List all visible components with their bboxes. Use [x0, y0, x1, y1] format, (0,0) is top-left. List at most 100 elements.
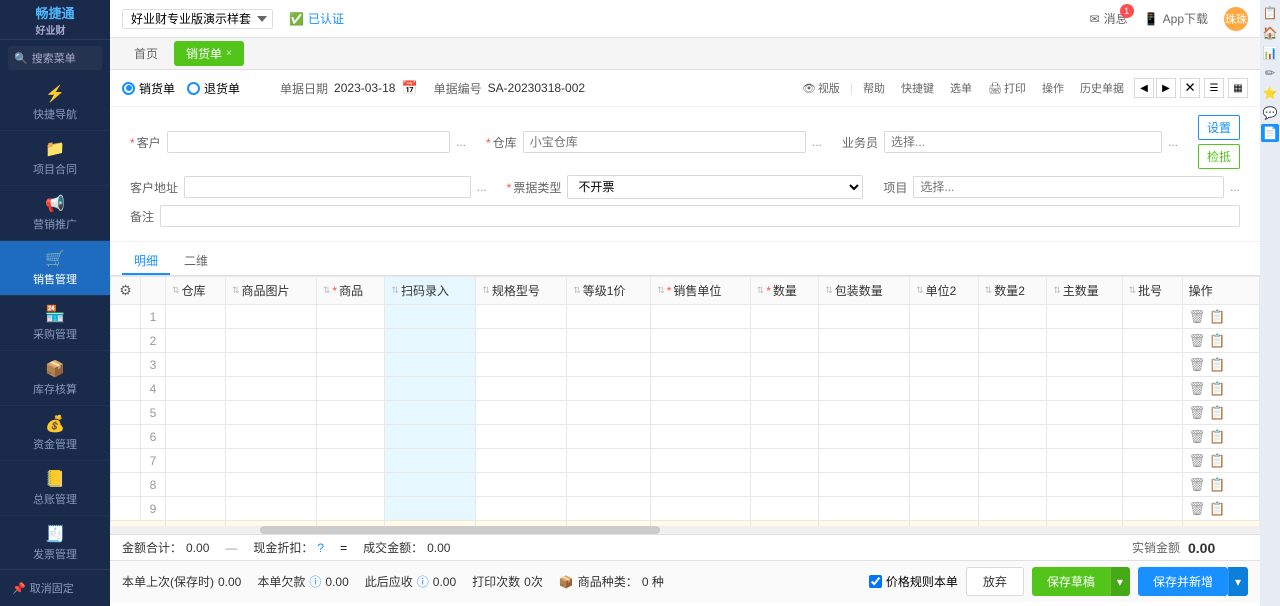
th-qty2[interactable]: ⇅数量2	[978, 277, 1047, 305]
row-spec[interactable]	[476, 473, 567, 497]
row-grade1-price[interactable]	[567, 353, 651, 377]
sidebar-item-accounts[interactable]: 📒 总账管理	[0, 461, 110, 516]
row-unit2[interactable]	[910, 473, 979, 497]
row-qty2[interactable]	[978, 449, 1047, 473]
row-product[interactable]	[316, 305, 385, 329]
table-scrollbar[interactable]	[110, 526, 1260, 534]
row-sales-unit[interactable]	[651, 473, 750, 497]
row-copy-icon[interactable]: 📋	[1209, 357, 1225, 373]
row-warehouse[interactable]	[166, 473, 226, 497]
warehouse-more-icon[interactable]: ...	[812, 135, 822, 149]
row-main-qty[interactable]	[1047, 353, 1122, 377]
calendar-icon[interactable]: 📅	[401, 80, 417, 96]
row-scan[interactable]	[385, 401, 476, 425]
row-delete-icon[interactable]: 🗑	[1189, 309, 1206, 325]
user-avatar[interactable]: 珠珠	[1224, 7, 1248, 31]
right-panel-icon-2[interactable]: 🏠	[1261, 24, 1279, 42]
row-pack-qty[interactable]	[819, 305, 910, 329]
row-pack-qty[interactable]	[819, 329, 910, 353]
row-copy-icon[interactable]: 📋	[1209, 309, 1225, 325]
row-scan[interactable]	[385, 425, 476, 449]
tab-close-icon[interactable]: ×	[226, 48, 232, 59]
sidebar-item-quick-nav[interactable]: ⚡ 快捷导航	[0, 76, 110, 131]
row-product[interactable]	[316, 497, 385, 521]
warehouse-input[interactable]	[523, 131, 806, 153]
row-quantity[interactable]	[750, 473, 819, 497]
price-rule-checkbox-label[interactable]: 价格规则本单	[869, 573, 958, 590]
row-quantity[interactable]	[750, 305, 819, 329]
row-delete-icon[interactable]: 🗑	[1189, 453, 1206, 469]
row-warehouse[interactable]	[166, 425, 226, 449]
row-warehouse[interactable]	[166, 353, 226, 377]
row-qty2[interactable]	[978, 353, 1047, 377]
row-product-img[interactable]	[225, 497, 316, 521]
row-product-img[interactable]	[225, 377, 316, 401]
app-download-button[interactable]: 📱 App下载	[1144, 10, 1208, 27]
row-spec[interactable]	[476, 401, 567, 425]
row-qty2[interactable]	[978, 329, 1047, 353]
th-sales-unit[interactable]: ⇅*销售单位	[651, 277, 750, 305]
row-unit2[interactable]	[910, 497, 979, 521]
sidebar-item-sales[interactable]: 🛒 销售管理	[0, 241, 110, 296]
row-product[interactable]	[316, 329, 385, 353]
row-product[interactable]	[316, 425, 385, 449]
row-grade1-price[interactable]	[567, 497, 651, 521]
price-rule-checkbox[interactable]	[869, 575, 882, 588]
row-spec[interactable]	[476, 497, 567, 521]
project-more-icon[interactable]: ...	[1230, 180, 1240, 194]
row-sales-unit[interactable]	[651, 497, 750, 521]
layout-grid-button[interactable]: ▦	[1228, 78, 1248, 98]
ops-button[interactable]: 操作	[1036, 78, 1070, 98]
salesperson-more-icon[interactable]: ...	[1168, 135, 1178, 149]
row-product-img[interactable]	[225, 449, 316, 473]
row-pack-qty[interactable]	[819, 473, 910, 497]
receivable-help-icon[interactable]: ⓘ	[417, 573, 429, 590]
row-product-img[interactable]	[225, 353, 316, 377]
table-settings-icon[interactable]: ⚙	[119, 282, 132, 298]
radio-return[interactable]: 退货单	[187, 80, 240, 97]
row-quantity[interactable]	[750, 329, 819, 353]
row-unit2[interactable]	[910, 377, 979, 401]
row-product-img[interactable]	[225, 305, 316, 329]
th-pack-qty[interactable]: ⇅包装数量	[819, 277, 910, 305]
th-product[interactable]: ⇅*商品	[316, 277, 385, 305]
right-panel-icon-5[interactable]: ⭐	[1261, 84, 1279, 102]
th-unit2[interactable]: ⇅单位2	[910, 277, 979, 305]
radio-sales[interactable]: 销货单	[122, 80, 175, 97]
row-spec[interactable]	[476, 425, 567, 449]
row-product-img[interactable]	[225, 401, 316, 425]
row-copy-icon[interactable]: 📋	[1209, 405, 1225, 421]
prev-tab-button[interactable]: ◀	[1134, 78, 1154, 98]
row-spec[interactable]	[476, 353, 567, 377]
right-panel-icon-active[interactable]: 📄	[1261, 124, 1279, 142]
sidebar-item-invoice[interactable]: 🧾 发票管理	[0, 516, 110, 569]
row-pack-qty[interactable]	[819, 449, 910, 473]
th-main-qty[interactable]: ⇅主数量	[1047, 277, 1122, 305]
row-copy-icon[interactable]: 📋	[1209, 429, 1225, 445]
row-sales-unit[interactable]	[651, 449, 750, 473]
search-menu-button[interactable]: 🔍 搜索菜单	[8, 46, 102, 70]
row-batch[interactable]	[1122, 401, 1182, 425]
table-tab-two-d[interactable]: 二维	[172, 248, 220, 275]
row-product-img[interactable]	[225, 473, 316, 497]
row-main-qty[interactable]	[1047, 497, 1122, 521]
row-delete-icon[interactable]: 🗑	[1189, 477, 1206, 493]
form-close-button[interactable]: ✕	[1180, 78, 1200, 98]
row-quantity[interactable]	[750, 353, 819, 377]
row-product[interactable]	[316, 449, 385, 473]
save-new-dropdown[interactable]: ▾	[1228, 567, 1248, 596]
row-copy-icon[interactable]: 📋	[1209, 381, 1225, 397]
row-warehouse[interactable]	[166, 377, 226, 401]
shortcut-button[interactable]: 快捷键	[895, 78, 940, 98]
row-unit2[interactable]	[910, 401, 979, 425]
row-delete-icon[interactable]: 🗑	[1189, 333, 1206, 349]
messages-button[interactable]: ✉ 消息 1	[1090, 10, 1128, 27]
row-warehouse[interactable]	[166, 497, 226, 521]
row-scan[interactable]	[385, 473, 476, 497]
row-main-qty[interactable]	[1047, 401, 1122, 425]
row-warehouse[interactable]	[166, 449, 226, 473]
row-copy-icon[interactable]: 📋	[1209, 477, 1225, 493]
abandon-button[interactable]: 放弃	[966, 567, 1024, 596]
set-button[interactable]: 设置	[1198, 115, 1240, 140]
customer-addr-more-icon[interactable]: ...	[477, 180, 487, 194]
